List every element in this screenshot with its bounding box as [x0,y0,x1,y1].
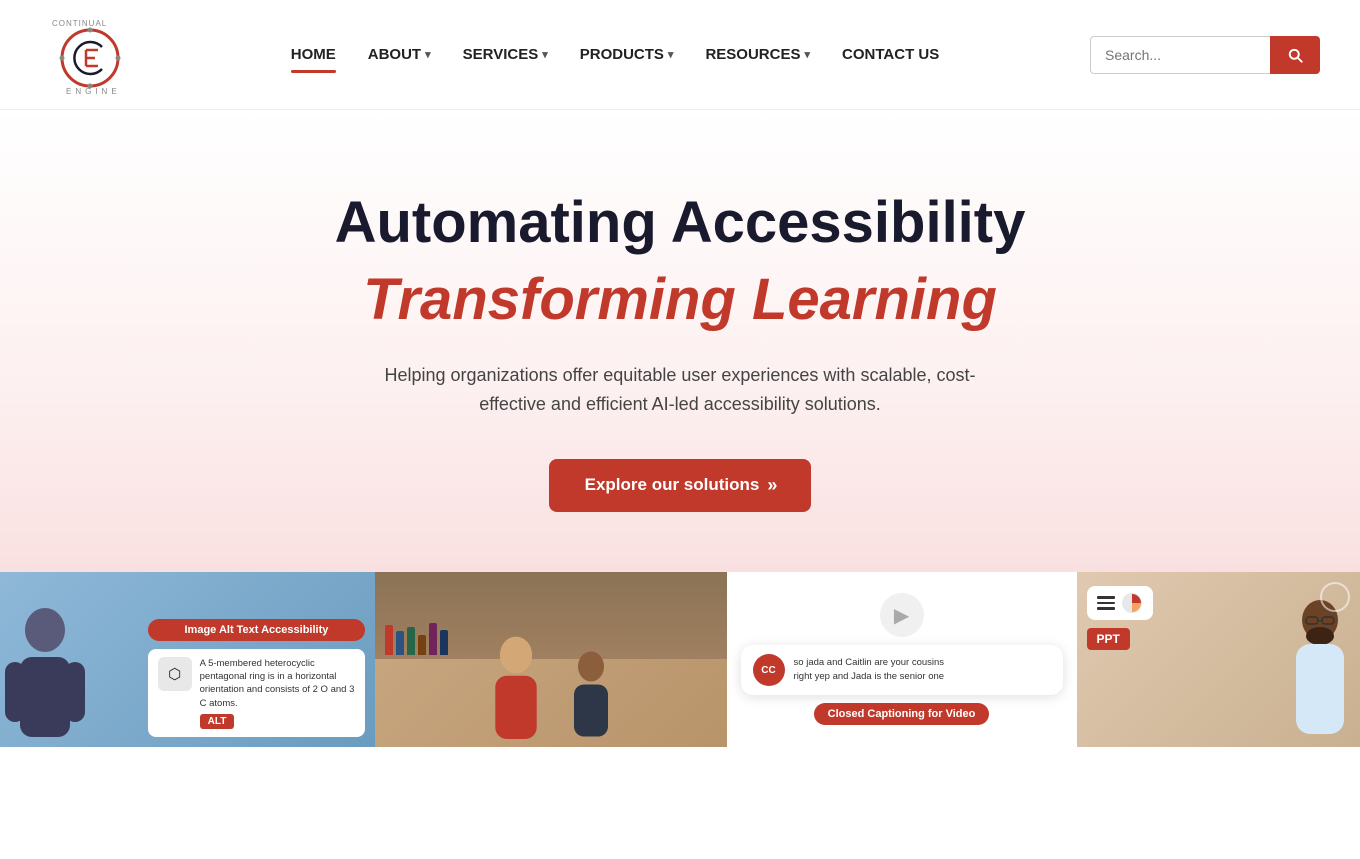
ppt-icon-row [1087,586,1153,620]
search-input[interactable] [1090,36,1270,74]
main-nav: HOME ABOUT ▾ SERVICES ▾ PRODUCTS ▾ RESOU… [140,42,1090,67]
cta-chevrons-icon: » [767,475,775,496]
person2-icon [481,632,551,747]
about-chevron-icon: ▾ [425,48,431,61]
hero-subtitle: Helping organizations offer equitable us… [360,361,1000,419]
alt-description: A 5-membered heterocyclic pentagonal rin… [200,657,356,710]
resources-chevron-icon: ▾ [804,48,810,61]
hero-title-line1: Automating Accessibility [40,190,1320,257]
header: CONTINUAL ENGINE HOME ABOUT ▾ SERVICES [0,0,1360,110]
ppt-badge: PPT [1087,628,1130,650]
person1-icon [0,602,90,747]
explore-solutions-button[interactable]: Explore our solutions » [549,459,812,512]
products-chevron-icon: ▾ [668,48,674,61]
list-icon [1097,596,1115,610]
hero-section: Automating Accessibility Transforming Le… [0,110,1360,572]
nav-resources[interactable]: RESOURCES ▾ [705,42,810,67]
cc-avatar: CC [753,654,785,686]
caption-box: CC so jada and Caitlin are your cousins … [741,645,1063,695]
hero-title-line2: Transforming Learning [40,267,1320,334]
svg-text:ENGINE: ENGINE [66,87,121,96]
card-ppt: PPT [1077,572,1360,747]
nav-home[interactable]: HOME [291,42,336,67]
services-chevron-icon: ▾ [542,48,548,61]
alt-text-badge: Image Alt Text Accessibility [148,619,366,641]
chart-icon [1121,592,1143,614]
nav-about[interactable]: ABOUT ▾ [368,42,431,67]
nav-products[interactable]: PRODUCTS ▾ [580,42,674,67]
search-button[interactable] [1270,36,1320,74]
logo-svg: CONTINUAL ENGINE [40,12,140,97]
nav-contact[interactable]: CONTACT US [842,42,939,67]
caption-text: so jada and Caitlin are your cousins rig… [794,656,945,685]
logo[interactable]: CONTINUAL ENGINE [40,12,140,97]
person3-icon [561,642,621,747]
card-alt-text: Image Alt Text Accessibility ⬡ A 5-membe… [0,572,375,747]
cc-label-badge: Closed Captioning for Video [814,703,990,725]
search-icon [1286,46,1304,64]
alt-icon-box: ⬡ [158,657,192,691]
search-area [1090,36,1320,74]
play-button-icon: ▶ [880,593,924,637]
nav-services[interactable]: SERVICES ▾ [463,42,548,67]
cards-preview: Image Alt Text Accessibility ⬡ A 5-membe… [0,572,1360,747]
person4-icon [1280,592,1360,747]
card-learning [375,572,726,747]
card-closed-captioning: ▶ CC so jada and Caitlin are your cousin… [727,572,1077,747]
alt-badge-small: ALT [200,714,235,729]
circle-decoration [1320,582,1350,612]
svg-text:CONTINUAL: CONTINUAL [52,19,107,28]
